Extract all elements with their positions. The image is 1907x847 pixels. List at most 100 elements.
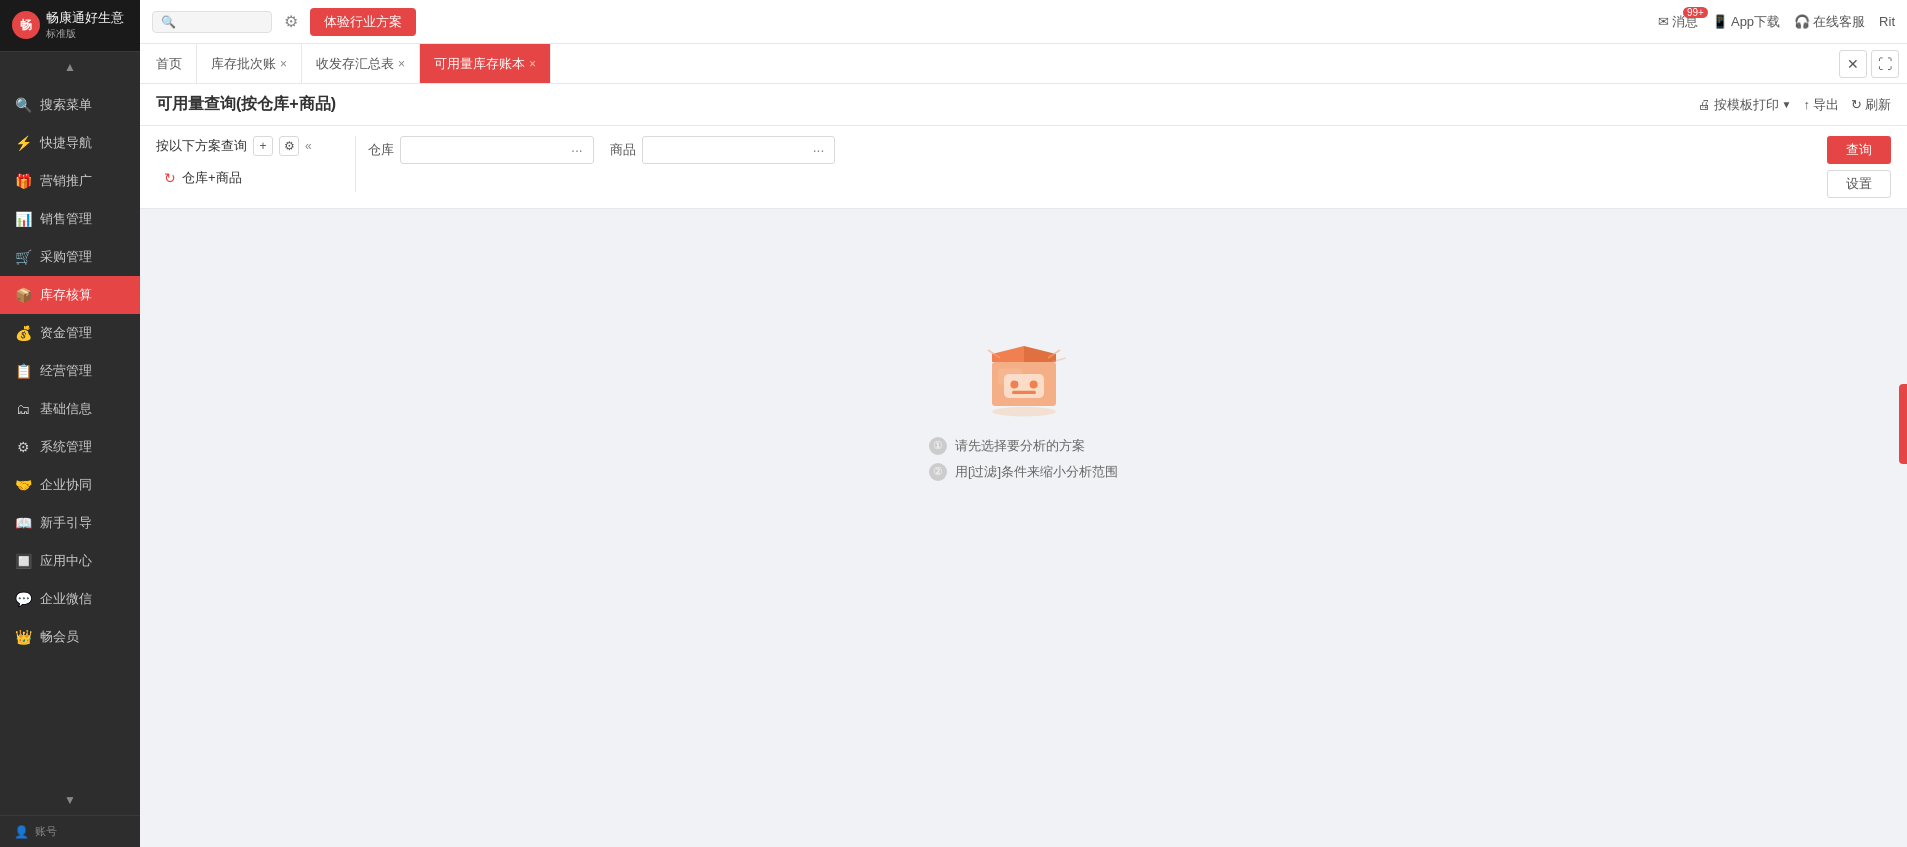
export-label: 导出 (1813, 96, 1839, 114)
svg-rect-5 (1004, 374, 1044, 398)
app-name: 畅康通好生意 (46, 10, 124, 27)
page-header: 可用量查询(按仓库+商品) 🖨 按模板打印 ▼ ↑ 导出 ↻ 刷新 (140, 84, 1907, 126)
sales-icon: 📊 (14, 211, 32, 227)
print-icon: 🖨 (1698, 97, 1711, 112)
tab-available[interactable]: 可用量库存账本 × (420, 44, 551, 84)
service-label: 在线客服 (1813, 13, 1865, 31)
sidebar-item-label: 系统管理 (40, 438, 92, 456)
warehouse-input-wrapper: ··· (400, 136, 594, 164)
sidebar-item-operation[interactable]: 📋 经营管理 (0, 352, 140, 390)
export-action[interactable]: ↑ 导出 (1804, 96, 1840, 114)
sidebar-item-enterprise[interactable]: 🤝 企业协同 (0, 466, 140, 504)
topbar-search-box[interactable]: 🔍 (152, 11, 272, 33)
sidebar-item-basic[interactable]: 🗂 基础信息 (0, 390, 140, 428)
topbar-search-icon: 🔍 (161, 15, 176, 29)
online-service-action[interactable]: 🎧 在线客服 (1794, 13, 1865, 31)
right-edge-handle[interactable] (1899, 384, 1907, 464)
logo-icon: 畅 (12, 11, 40, 39)
tab-summary-close[interactable]: × (398, 57, 405, 71)
sidebar-item-sales[interactable]: 📊 销售管理 (0, 200, 140, 238)
tab-close-btn[interactable]: ✕ (1839, 50, 1867, 78)
sidebar-scroll-up[interactable]: ▲ (0, 52, 140, 82)
sidebar-item-label: 经营管理 (40, 362, 92, 380)
tabs-end: ✕ ⛶ (1831, 50, 1907, 78)
trial-button[interactable]: 体验行业方案 (310, 8, 416, 36)
sidebar-item-label: 搜索菜单 (40, 96, 92, 114)
sidebar-item-system[interactable]: ⚙ 系统管理 (0, 428, 140, 466)
tab-summary-label: 收发存汇总表 (316, 55, 394, 73)
svg-point-7 (1029, 380, 1037, 388)
message-icon: ✉ (1658, 14, 1669, 29)
purchase-icon: 🛒 (14, 249, 32, 265)
sidebar-item-label: 资金管理 (40, 324, 92, 342)
sidebar-item-search[interactable]: 🔍 搜索菜单 (0, 86, 140, 124)
warehouse-dots-btn[interactable]: ··· (569, 142, 585, 158)
tab-batch-label: 库存批次账 (211, 55, 276, 73)
sidebar-item-apps[interactable]: 🔲 应用中心 (0, 542, 140, 580)
page-content: 可用量查询(按仓库+商品) 🖨 按模板打印 ▼ ↑ 导出 ↻ 刷新 (140, 84, 1907, 847)
goods-input[interactable] (651, 143, 811, 158)
tab-batch[interactable]: 库存批次账 × (197, 44, 302, 84)
filter-scheme-item-warehouse-goods[interactable]: ↻ 仓库+商品 (156, 164, 343, 192)
user-icon: 👤 (14, 825, 29, 839)
tab-expand-btn[interactable]: ⛶ (1871, 50, 1899, 78)
user-profile[interactable]: Rit (1879, 14, 1895, 29)
tab-available-close[interactable]: × (529, 57, 536, 71)
svg-rect-8 (1012, 390, 1036, 393)
app-badge: 标准版 (46, 27, 124, 41)
shortcut-icon: ⚡ (14, 135, 32, 151)
app-download-action[interactable]: 📱 App下载 (1712, 13, 1780, 31)
empty-state: ① 请先选择要分析的方案 ② 用[过滤]条件来缩小分析范围 (140, 209, 1907, 609)
sidebar-item-label: 新手引导 (40, 514, 92, 532)
wechat-icon: 💬 (14, 591, 32, 607)
sidebar-item-marketing[interactable]: 🎁 营销推广 (0, 162, 140, 200)
empty-state-tips: ① 请先选择要分析的方案 ② 用[过滤]条件来缩小分析范围 (929, 437, 1118, 481)
sidebar-item-guide[interactable]: 📖 新手引导 (0, 504, 140, 542)
empty-state-visual (974, 338, 1074, 421)
topbar-actions: ✉ 消息 99+ 📱 App下载 🎧 在线客服 Rit (1658, 13, 1895, 31)
filter-field-warehouse: 仓库 ··· (368, 136, 594, 164)
download-icon: 📱 (1712, 14, 1728, 29)
filter-collapse-btn[interactable]: « (305, 139, 312, 153)
sidebar-bottom[interactable]: 👤 账号 (0, 815, 140, 847)
settings-button[interactable]: 设置 (1827, 170, 1891, 198)
query-button[interactable]: 查询 (1827, 136, 1891, 164)
sidebar-item-purchase[interactable]: 🛒 采购管理 (0, 238, 140, 276)
refresh-action[interactable]: ↻ 刷新 (1851, 96, 1891, 114)
sidebar-scroll-down[interactable]: ▼ (0, 785, 140, 815)
sidebar-item-label: 营销推广 (40, 172, 92, 190)
member-icon: 👑 (14, 629, 32, 645)
warehouse-label: 仓库 (368, 141, 394, 159)
warehouse-input[interactable] (409, 143, 569, 158)
tab-summary[interactable]: 收发存汇总表 × (302, 44, 420, 84)
topbar-search-input[interactable] (180, 15, 260, 29)
tip2-number: ② (929, 463, 947, 481)
sidebar-item-label: 畅会员 (40, 628, 79, 646)
sidebar-item-shortcut[interactable]: ⚡ 快捷导航 (0, 124, 140, 162)
sidebar: 畅 畅康通好生意 标准版 ▲ 🔍 搜索菜单 ⚡ 快捷导航 🎁 营销推广 📊 销售… (0, 0, 140, 847)
enterprise-icon: 🤝 (14, 477, 32, 493)
sidebar-item-member[interactable]: 👑 畅会员 (0, 618, 140, 656)
main-content: 🔍 ⚙ 体验行业方案 ✉ 消息 99+ 📱 App下载 🎧 在线客服 Rit (140, 0, 1907, 847)
goods-dots-btn[interactable]: ··· (811, 142, 827, 158)
add-scheme-icon: + (259, 139, 266, 153)
filter-add-scheme-btn[interactable]: + (253, 136, 273, 156)
search-icon: 🔍 (14, 97, 32, 113)
tab-batch-close[interactable]: × (280, 57, 287, 71)
sidebar-item-label: 快捷导航 (40, 134, 92, 152)
scheme-item-icon: ↻ (164, 170, 176, 186)
message-action[interactable]: ✉ 消息 99+ (1658, 13, 1698, 31)
system-icon: ⚙ (14, 439, 32, 455)
sidebar-item-wechat[interactable]: 💬 企业微信 (0, 580, 140, 618)
filter-settings-scheme-btn[interactable]: ⚙ (279, 136, 299, 156)
message-badge: 99+ (1683, 7, 1708, 18)
print-action[interactable]: 🖨 按模板打印 ▼ (1698, 96, 1792, 114)
topbar-gear-icon[interactable]: ⚙ (280, 12, 302, 31)
app-logo: 畅 畅康通好生意 标准版 (0, 0, 140, 52)
sidebar-item-inventory[interactable]: 📦 库存核算 (0, 276, 140, 314)
apps-icon: 🔲 (14, 553, 32, 569)
tab-home[interactable]: 首页 (140, 44, 197, 84)
sidebar-item-finance[interactable]: 💰 资金管理 (0, 314, 140, 352)
filter-scheme-panel: 按以下方案查询 + ⚙ « ↻ 仓库+商品 (156, 136, 356, 192)
settings-scheme-icon: ⚙ (284, 139, 295, 153)
